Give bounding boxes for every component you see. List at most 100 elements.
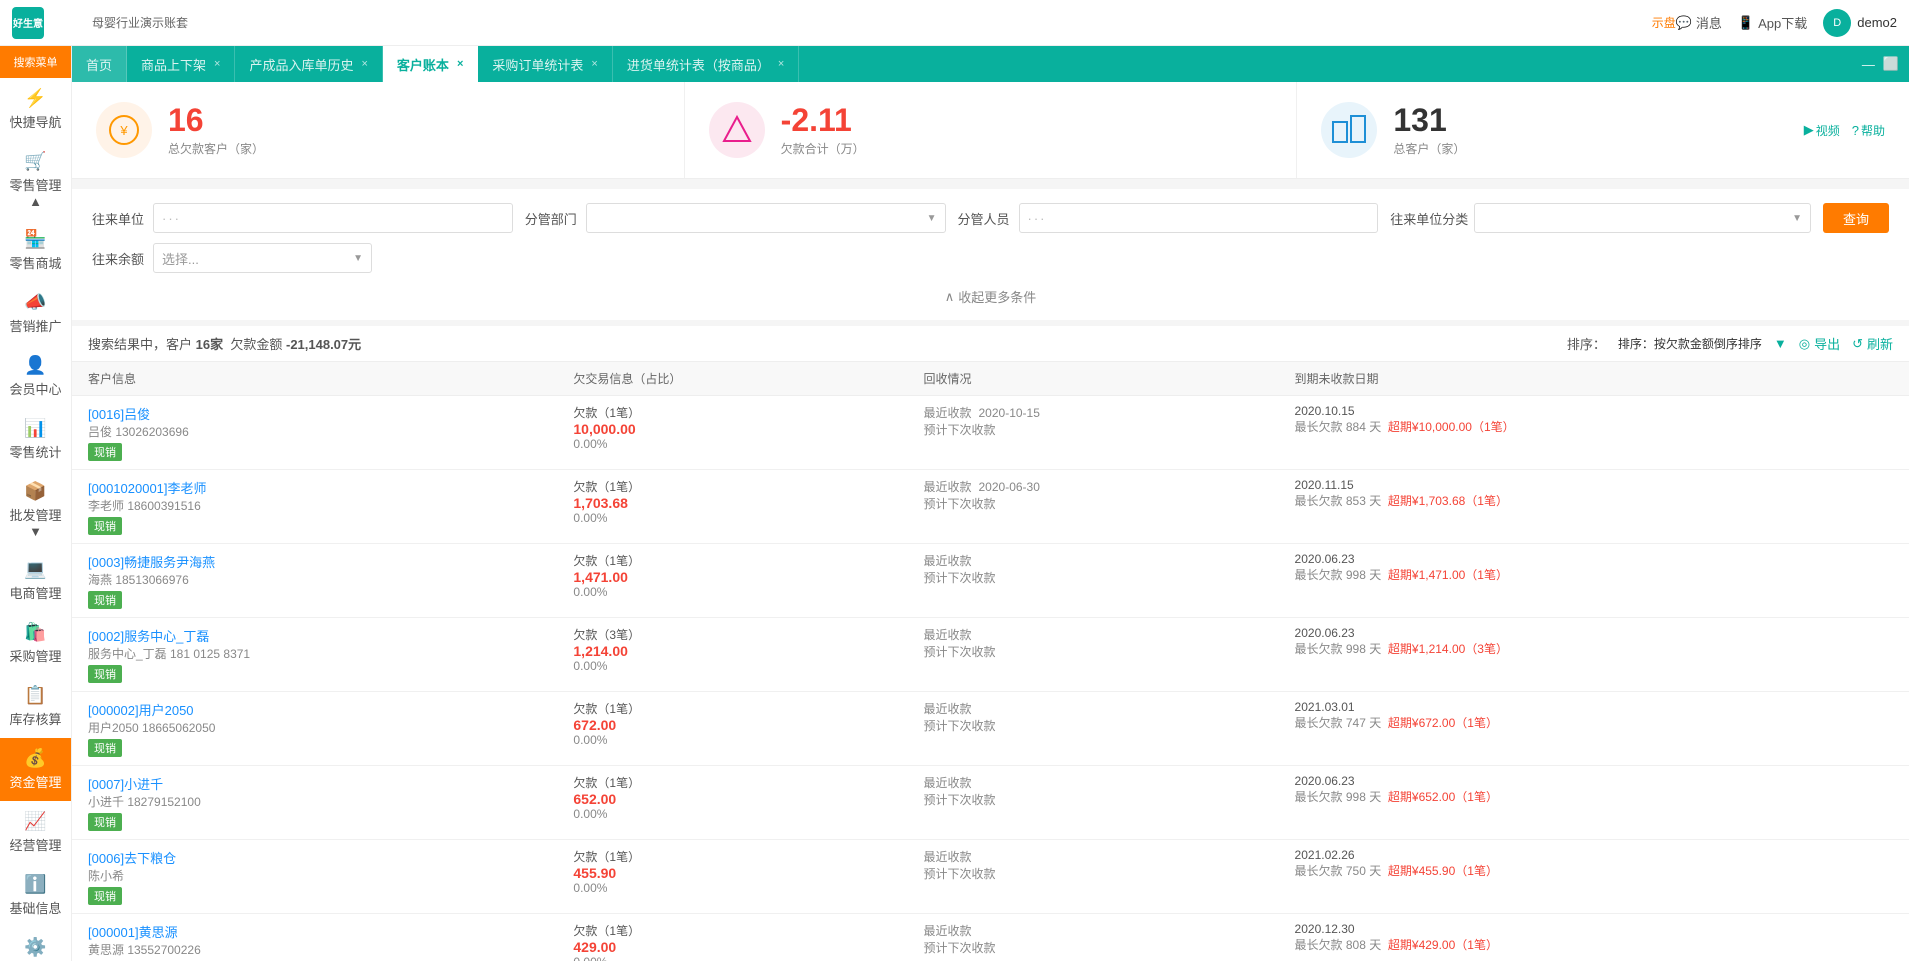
debt-cell-0: 欠款（1笔） 10,000.00 0.00% (557, 396, 907, 470)
tab-production-history[interactable]: 产成品入库单历史 × (235, 46, 382, 82)
sidebar-label-ecom-mgmt: 电商管理 (9, 583, 61, 602)
filter-label-dept: 分管部门 (525, 209, 580, 228)
debt-amount-4[interactable]: 672.00 (573, 717, 891, 733)
customer-name-6[interactable]: [0006]去下粮仓 (88, 848, 541, 867)
stat-card-debt-customers: ¥ 16 总欠款客户（家） (72, 82, 685, 178)
tab-product-shelf-close[interactable]: × (214, 58, 220, 70)
export-button[interactable]: ◎ 导出 (1799, 334, 1840, 353)
customer-name-2[interactable]: [0003]畅捷服务尹海燕 (88, 552, 541, 571)
sidebar-item-retail-mall[interactable]: 🏪 零售商城 (0, 219, 71, 282)
overdue-link-7[interactable]: 超期¥429.00（1笔） (1388, 938, 1498, 952)
overdue-cell-3: 2020.06.23 最长欠款 998 天 超期¥1,214.00（3笔） (1279, 618, 1909, 692)
sidebar-item-basic-info[interactable]: ℹ️ 基础信息 (0, 864, 71, 927)
overdue-link-4[interactable]: 超期¥672.00（1笔） (1388, 716, 1498, 730)
overdue-link-3[interactable]: 超期¥1,214.00（3笔） (1388, 642, 1508, 656)
sidebar-item-ecom-mgmt[interactable]: 💻 电商管理 (0, 549, 71, 612)
filter-input-manager[interactable]: ··· (1019, 203, 1379, 233)
sidebar-item-ops-mgmt[interactable]: 📈 经营管理 (0, 801, 71, 864)
overdue-link-2[interactable]: 超期¥1,471.00（1笔） (1388, 568, 1508, 582)
recovery-cell-3: 最近收款 预计下次收款 (908, 618, 1279, 692)
stat-card-actions: ▶ 视频 ? 帮助 (1804, 122, 1885, 139)
video-button[interactable]: ▶ 视频 (1804, 122, 1840, 139)
sidebar-item-inventory[interactable]: 📋 库存核算 (0, 675, 71, 738)
customer-name-0[interactable]: [0016]吕俊 (88, 404, 541, 423)
overdue-link-5[interactable]: 超期¥652.00（1笔） (1388, 790, 1498, 804)
customer-phone-0: 吕俊 13026203696 (88, 423, 541, 440)
tab-purchase-order-stats-close[interactable]: × (591, 58, 597, 70)
overdue-link-6[interactable]: 超期¥455.90（1笔） (1388, 864, 1498, 878)
svg-text:¥: ¥ (119, 123, 128, 138)
customer-name-5[interactable]: [0007]小进千 (88, 774, 541, 793)
filter-input-balance[interactable]: 选择... ▼ (153, 243, 372, 273)
sidebar-item-retail-mgmt[interactable]: 🛒 零售管理 ▲ (0, 141, 71, 219)
recovery-cell-0: 最近收款 2020-10-15 预计下次收款 (908, 396, 1279, 470)
debt-amount-2[interactable]: 1,471.00 (573, 569, 891, 585)
filter-item-balance: 往来余额 选择... ▼ (92, 243, 372, 273)
tab-customer-account-close[interactable]: × (457, 58, 463, 70)
filter-input-dept[interactable]: ▼ (586, 203, 946, 233)
customer-name-4[interactable]: [000002]用户2050 (88, 700, 541, 719)
balance-arrow-icon: ▼ (353, 253, 363, 264)
purchase-mgmt-icon: 🛍️ (24, 622, 46, 643)
help-button[interactable]: ? 帮助 (1852, 122, 1885, 139)
sidebar-label-batch-mgmt: 批发管理 ▼ (4, 505, 67, 539)
sidebar-item-system-mgmt[interactable]: ⚙️ 系统管理 (0, 927, 71, 961)
debt-amount-3[interactable]: 1,214.00 (573, 643, 891, 659)
debt-amount-5[interactable]: 652.00 (573, 791, 891, 807)
message-button[interactable]: 💬 消息 (1676, 13, 1722, 32)
stat-label-debt-amount: 欠款合计（万） (781, 140, 865, 157)
table-row: [000002]用户2050 用户2050 18665062050 现销 欠款（… (72, 692, 1909, 766)
tab-home[interactable]: 首页 (72, 46, 127, 82)
filter-input-source-unit[interactable]: ··· (153, 203, 513, 233)
user-menu[interactable]: D demo2 (1823, 9, 1897, 37)
customer-name-7[interactable]: [000001]黄思源 (88, 922, 541, 941)
tab-import-stats[interactable]: 进货单统计表（按商品） × (613, 46, 799, 82)
filter-label-source-unit: 往来单位 (92, 209, 147, 228)
debt-amount-6[interactable]: 455.90 (573, 865, 891, 881)
sidebar-item-capital-mgmt[interactable]: 💰 资金管理 (0, 738, 71, 801)
debt-pct-4: 0.00% (573, 733, 891, 747)
refresh-icon: ↺ (1852, 336, 1863, 352)
tab-purchase-order-stats[interactable]: 采购订单统计表 × (478, 46, 612, 82)
sidebar-item-member-center[interactable]: 👤 会员中心 (0, 345, 71, 408)
inventory-icon: 📋 (24, 685, 46, 706)
tab-customer-account[interactable]: 客户账本 × (383, 46, 478, 82)
tab-window-minimize[interactable]: — (1862, 57, 1875, 72)
filter-row-2: 往来余额 选择... ▼ (92, 243, 1889, 273)
debt-pct-6: 0.00% (573, 881, 891, 895)
search-menu[interactable]: 搜索菜单 (0, 46, 71, 78)
search-button[interactable]: 查询 (1823, 203, 1889, 233)
collapse-bar[interactable]: ∧ 收起更多条件 (92, 283, 1889, 310)
sidebar-item-marketing[interactable]: 📣 营销推广 (0, 282, 71, 345)
sort-select[interactable]: 排序：按欠款金额倒序排序 (1618, 335, 1762, 352)
sidebar-item-purchase-mgmt[interactable]: 🛍️ 采购管理 (0, 612, 71, 675)
page-body: ¥ 16 总欠款客户（家） -2.11 欠款合计（万） (72, 82, 1909, 961)
debt-amount-1[interactable]: 1,703.68 (573, 495, 891, 511)
capital-mgmt-icon: 💰 (24, 748, 46, 769)
refresh-button[interactable]: ↺ 刷新 (1852, 334, 1893, 353)
tab-window-maximize[interactable]: ⬜ (1883, 56, 1899, 72)
recovery-next-3: 预计下次收款 (924, 643, 1263, 660)
recovery-next-7: 预计下次收款 (924, 939, 1263, 956)
recovery-next-5: 预计下次收款 (924, 791, 1263, 808)
customer-tag-3: 现销 (88, 665, 122, 683)
debt-count-6: 欠款（1笔） (573, 848, 891, 865)
customer-phone-3: 服务中心_丁磊 181 0125 8371 (88, 645, 541, 662)
tab-production-history-close[interactable]: × (361, 58, 367, 70)
tab-product-shelf[interactable]: 商品上下架 × (127, 46, 235, 82)
sidebar-item-retail-stats[interactable]: 📊 零售统计 (0, 408, 71, 471)
filter-input-unit-class[interactable]: ▼ (1474, 203, 1811, 233)
sidebar-item-quick-nav[interactable]: ⚡ 快捷导航 (0, 78, 71, 141)
overdue-link-1[interactable]: 超期¥1,703.68（1笔） (1388, 494, 1508, 508)
sort-label: 排序： (1567, 334, 1606, 353)
customer-name-1[interactable]: [0001020001]李老师 (88, 478, 541, 497)
message-icon: 💬 (1676, 15, 1692, 31)
app-download-button[interactable]: 📱 App下载 (1738, 13, 1807, 32)
debt-amount-0[interactable]: 10,000.00 (573, 421, 891, 437)
customer-name-3[interactable]: [0002]服务中心_丁磊 (88, 626, 541, 645)
debt-amount-7[interactable]: 429.00 (573, 939, 891, 955)
table-row: [0003]畅捷服务尹海燕 海燕 18513066976 现销 欠款（1笔） 1… (72, 544, 1909, 618)
sidebar-item-batch-mgmt[interactable]: 📦 批发管理 ▼ (0, 471, 71, 549)
tab-import-stats-close[interactable]: × (778, 58, 784, 70)
overdue-link-0[interactable]: 超期¥10,000.00（1笔） (1388, 420, 1515, 434)
